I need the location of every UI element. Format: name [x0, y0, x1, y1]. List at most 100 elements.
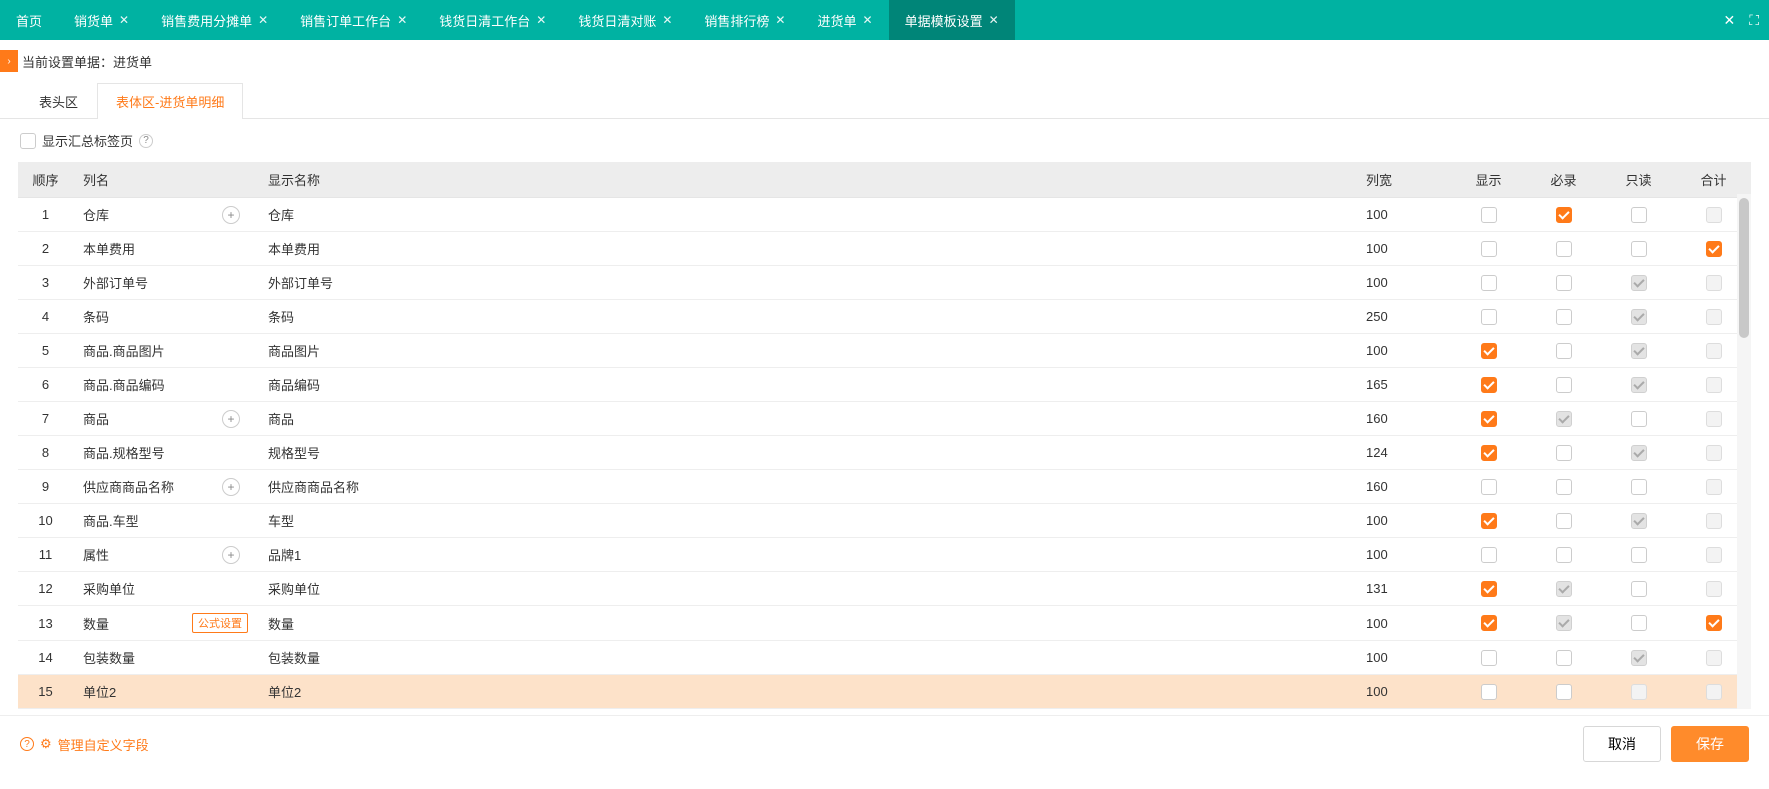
table-row[interactable]: 3外部订单号外部订单号100: [18, 266, 1751, 300]
cell-width[interactable]: 165: [1356, 368, 1451, 402]
require-checkbox[interactable]: [1556, 275, 1572, 291]
plus-icon[interactable]: +: [222, 546, 240, 564]
table-row[interactable]: 7商品+商品160: [18, 402, 1751, 436]
plus-icon[interactable]: +: [222, 206, 240, 224]
plus-icon[interactable]: +: [222, 478, 240, 496]
cell-display-name[interactable]: 采购单位: [258, 572, 1356, 606]
require-checkbox[interactable]: [1556, 479, 1572, 495]
cell-width[interactable]: 100: [1356, 334, 1451, 368]
require-checkbox[interactable]: [1556, 343, 1572, 359]
vertical-scrollbar[interactable]: [1737, 194, 1751, 709]
table-row[interactable]: 12采购单位采购单位131: [18, 572, 1751, 606]
table-row[interactable]: 2本单费用本单费用100: [18, 232, 1751, 266]
top-tab[interactable]: 单据模板设置✕: [889, 0, 1015, 40]
sub-tab[interactable]: 表头区: [20, 83, 97, 119]
cell-width[interactable]: 100: [1356, 641, 1451, 675]
show-checkbox[interactable]: [1481, 445, 1497, 461]
cell-display-name[interactable]: 本单费用: [258, 232, 1356, 266]
require-checkbox[interactable]: [1556, 445, 1572, 461]
top-tab[interactable]: 首页: [0, 0, 58, 40]
require-checkbox[interactable]: [1556, 241, 1572, 257]
table-row[interactable]: 11属性+品牌1100: [18, 538, 1751, 572]
readonly-checkbox[interactable]: [1631, 615, 1647, 631]
cell-width[interactable]: 131: [1356, 572, 1451, 606]
require-checkbox[interactable]: [1556, 650, 1572, 666]
cell-display-name[interactable]: 条码: [258, 300, 1356, 334]
cell-display-name[interactable]: 单位2: [258, 675, 1356, 709]
table-row[interactable]: 5商品.商品图片商品图片100: [18, 334, 1751, 368]
readonly-checkbox[interactable]: [1631, 207, 1647, 223]
close-all-icon[interactable]: ✕: [1723, 12, 1735, 29]
cell-display-name[interactable]: 商品编码: [258, 368, 1356, 402]
show-summary-checkbox[interactable]: [20, 133, 36, 149]
require-checkbox[interactable]: [1556, 377, 1572, 393]
top-tab[interactable]: 钱货日清工作台✕: [423, 0, 562, 40]
readonly-checkbox[interactable]: [1631, 547, 1647, 563]
close-icon[interactable]: ✕: [536, 13, 546, 27]
show-checkbox[interactable]: [1481, 479, 1497, 495]
cell-width[interactable]: 124: [1356, 436, 1451, 470]
table-row[interactable]: 13数量公式设置数量100: [18, 606, 1751, 641]
close-icon[interactable]: ✕: [989, 13, 999, 27]
show-checkbox[interactable]: [1481, 309, 1497, 325]
cell-display-name[interactable]: 规格型号: [258, 436, 1356, 470]
show-checkbox[interactable]: [1481, 207, 1497, 223]
table-row[interactable]: 8商品.规格型号规格型号124: [18, 436, 1751, 470]
require-checkbox[interactable]: [1556, 684, 1572, 700]
close-icon[interactable]: ✕: [258, 13, 268, 27]
cell-width[interactable]: 100: [1356, 675, 1451, 709]
cell-width[interactable]: 100: [1356, 266, 1451, 300]
cell-width[interactable]: 250: [1356, 300, 1451, 334]
close-icon[interactable]: ✕: [119, 13, 129, 27]
save-button[interactable]: 保存: [1671, 726, 1749, 762]
cell-display-name[interactable]: 仓库: [258, 198, 1356, 232]
show-checkbox[interactable]: [1481, 615, 1497, 631]
cell-width[interactable]: 100: [1356, 606, 1451, 641]
sub-tab[interactable]: 表体区-进货单明细: [97, 83, 243, 119]
table-row[interactable]: 10商品.车型车型100: [18, 504, 1751, 538]
total-checkbox[interactable]: [1706, 615, 1722, 631]
top-tab[interactable]: 销售排行榜✕: [688, 0, 801, 40]
cell-display-name[interactable]: 包装数量: [258, 641, 1356, 675]
plus-icon[interactable]: +: [222, 410, 240, 428]
close-icon[interactable]: ✕: [863, 13, 873, 27]
show-checkbox[interactable]: [1481, 650, 1497, 666]
formula-settings-button[interactable]: 公式设置: [192, 613, 248, 633]
cancel-button[interactable]: 取消: [1583, 726, 1661, 762]
show-checkbox[interactable]: [1481, 684, 1497, 700]
fullscreen-icon[interactable]: ⛶: [1749, 12, 1759, 29]
require-checkbox[interactable]: [1556, 513, 1572, 529]
cell-display-name[interactable]: 外部订单号: [258, 266, 1356, 300]
cell-width[interactable]: 160: [1356, 402, 1451, 436]
show-checkbox[interactable]: [1481, 377, 1497, 393]
top-tab[interactable]: 销货单✕: [58, 0, 145, 40]
table-row[interactable]: 9供应商商品名称+供应商商品名称160: [18, 470, 1751, 504]
cell-display-name[interactable]: 商品: [258, 402, 1356, 436]
table-row[interactable]: 15单位2单位2100: [18, 675, 1751, 709]
top-tab[interactable]: 进货单✕: [801, 0, 888, 40]
scrollbar-thumb[interactable]: [1739, 198, 1749, 338]
cell-display-name[interactable]: 车型: [258, 504, 1356, 538]
close-icon[interactable]: ✕: [662, 13, 672, 27]
cell-width[interactable]: 100: [1356, 538, 1451, 572]
table-row[interactable]: 14包装数量包装数量100: [18, 641, 1751, 675]
show-checkbox[interactable]: [1481, 275, 1497, 291]
show-checkbox[interactable]: [1481, 547, 1497, 563]
require-checkbox[interactable]: [1556, 309, 1572, 325]
top-tab[interactable]: 销售费用分摊单✕: [145, 0, 284, 40]
cell-width[interactable]: 100: [1356, 504, 1451, 538]
cell-display-name[interactable]: 供应商商品名称: [258, 470, 1356, 504]
show-checkbox[interactable]: [1481, 343, 1497, 359]
table-row[interactable]: 1仓库+仓库100: [18, 198, 1751, 232]
cell-width[interactable]: 100: [1356, 232, 1451, 266]
manage-custom-fields-link[interactable]: ? ⚙ 管理自定义字段: [20, 735, 149, 754]
cell-width[interactable]: 100: [1356, 198, 1451, 232]
require-checkbox[interactable]: [1556, 547, 1572, 563]
cell-display-name[interactable]: 品牌1: [258, 538, 1356, 572]
show-checkbox[interactable]: [1481, 411, 1497, 427]
total-checkbox[interactable]: [1706, 241, 1722, 257]
show-checkbox[interactable]: [1481, 513, 1497, 529]
readonly-checkbox[interactable]: [1631, 581, 1647, 597]
readonly-checkbox[interactable]: [1631, 411, 1647, 427]
readonly-checkbox[interactable]: [1631, 241, 1647, 257]
